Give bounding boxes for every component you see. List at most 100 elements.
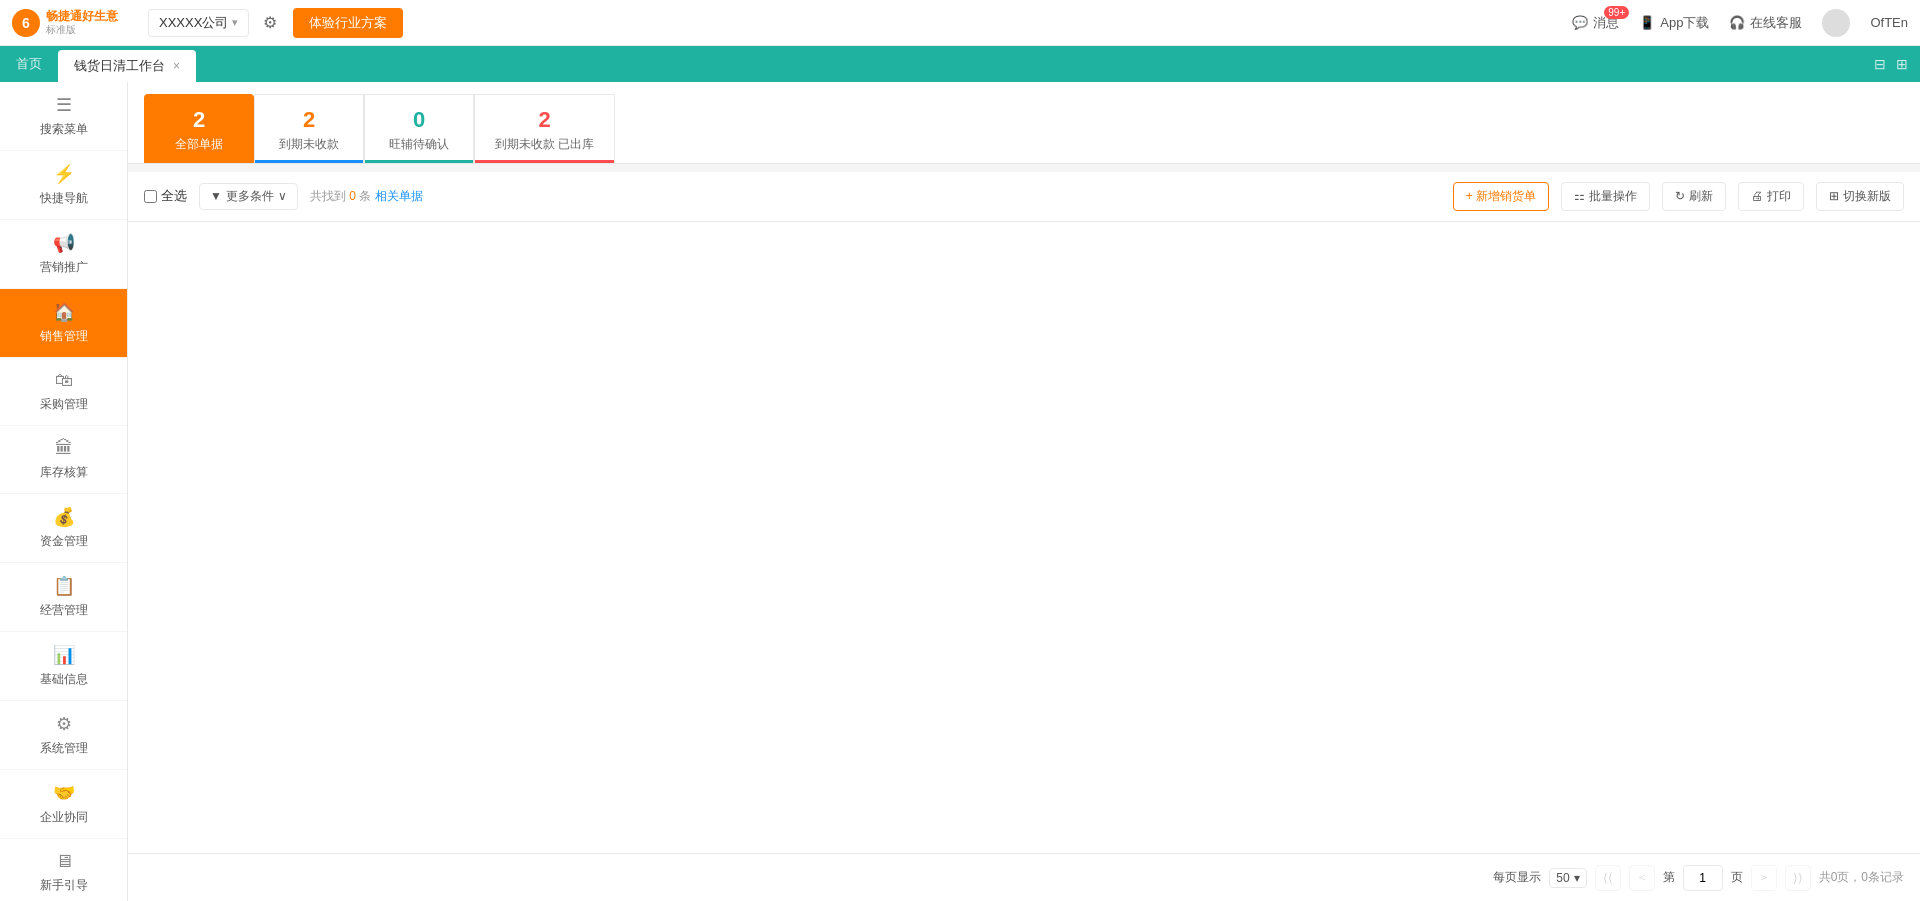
- stats-tabs: 2 全部单据 2 到期未收款 0 旺辅待确认 2 到期未收款 已出库: [128, 82, 1920, 164]
- page-total: 共0页，0条记录: [1819, 869, 1904, 886]
- nav-tabs-actions: ⊟ ⊞: [1874, 46, 1920, 82]
- refresh-label: 刷新: [1689, 188, 1713, 205]
- stat-tab-confirm[interactable]: 0 旺辅待确认: [364, 94, 474, 163]
- stat-label-overdue: 到期未收款: [279, 137, 339, 151]
- home-tab-label: 首页: [16, 55, 42, 73]
- service-label: 在线客服: [1750, 14, 1802, 32]
- sidebar-label-search: 搜索菜单: [40, 121, 88, 138]
- select-all-input[interactable]: [144, 190, 157, 203]
- page-size-value: 50: [1556, 871, 1569, 885]
- tab-home[interactable]: 首页: [0, 46, 58, 82]
- message-action[interactable]: 💬 消息 99+: [1572, 14, 1619, 32]
- sidebar-item-purchase[interactable]: 🛍 采购管理: [0, 358, 127, 426]
- filter-label: 更多条件: [226, 188, 274, 205]
- sales-icon: 🏠: [53, 301, 75, 323]
- quick-nav-icon: ⚡: [53, 163, 75, 185]
- settings-icon[interactable]: ⚙: [259, 9, 281, 36]
- sidebar-item-guide[interactable]: 🖥 新手引导: [0, 839, 127, 901]
- message-badge: 99+: [1604, 6, 1629, 19]
- page-input[interactable]: [1683, 865, 1723, 891]
- sidebar-item-basic[interactable]: 📊 基础信息: [0, 632, 127, 701]
- sidebar-item-inventory[interactable]: 🏛 库存核算: [0, 426, 127, 494]
- app-label: App下载: [1660, 14, 1709, 32]
- found-unit: 条: [359, 189, 371, 203]
- operation-icon: 📋: [53, 575, 75, 597]
- stat-count-confirm: 0: [385, 105, 453, 136]
- cashflow-tab-label: 钱货日清工作台: [74, 57, 165, 75]
- first-page-button[interactable]: ⟨⟨: [1595, 865, 1621, 891]
- new-sales-button[interactable]: + 新增销货单: [1453, 182, 1549, 211]
- nav-tabs: 首页 钱货日清工作台 × ⊟ ⊞: [0, 46, 1920, 82]
- company-selector[interactable]: XXXXX公司 ▾: [148, 9, 249, 37]
- stat-tab-all[interactable]: 2 全部单据: [144, 94, 254, 163]
- avatar-name: OfTEn: [1870, 15, 1908, 30]
- maximize-icon[interactable]: ⊞: [1896, 56, 1908, 72]
- logo-icon: 6: [12, 9, 40, 37]
- basic-icon: 📊: [53, 644, 75, 666]
- found-info: 共找到 0 条 相关单据: [310, 188, 423, 205]
- sidebar-item-marketing[interactable]: 📢 营销推广: [0, 220, 127, 289]
- sidebar-item-search[interactable]: ☰ 搜索菜单: [0, 82, 127, 151]
- sidebar-item-sales[interactable]: 🏠 销售管理: [0, 289, 127, 358]
- app-download-action[interactable]: 📱 App下载: [1639, 14, 1709, 32]
- select-all-checkbox[interactable]: 全选: [144, 187, 187, 205]
- filter-button[interactable]: ▼ 更多条件 ∨: [199, 183, 298, 210]
- toolbar-right: + 新增销货单 ⚏ 批量操作 ↻ 刷新 🖨 打印 ⊞ 切换新版: [1453, 182, 1904, 211]
- batch-label: 批量操作: [1589, 188, 1637, 205]
- last-page-button[interactable]: ⟩⟩: [1785, 865, 1811, 891]
- system-icon: ⚙: [56, 713, 72, 735]
- sidebar-label-finance: 资金管理: [40, 533, 88, 550]
- sidebar-label-sales: 销售管理: [40, 328, 88, 345]
- prev-page-button[interactable]: ＜: [1629, 865, 1655, 891]
- refresh-button[interactable]: ↻ 刷新: [1662, 182, 1726, 211]
- sidebar-item-operation[interactable]: 📋 经营管理: [0, 563, 127, 632]
- tab-indicator-confirm: [365, 160, 473, 163]
- sidebar-label-operation: 经营管理: [40, 602, 88, 619]
- tab-indicator-overdue: [255, 160, 363, 163]
- stat-count-overdue: 2: [275, 105, 343, 136]
- sidebar-label-basic: 基础信息: [40, 671, 88, 688]
- app-icon: 📱: [1639, 15, 1655, 30]
- sidebar-label-inventory: 库存核算: [40, 464, 88, 481]
- select-all-label: 全选: [161, 187, 187, 205]
- sidebar-label-quick-nav: 快捷导航: [40, 190, 88, 207]
- finance-icon: 💰: [53, 506, 75, 528]
- tab-cashflow[interactable]: 钱货日清工作台 ×: [58, 50, 196, 82]
- stat-tab-overdue[interactable]: 2 到期未收款: [254, 94, 364, 163]
- print-button[interactable]: 🖨 打印: [1738, 182, 1804, 211]
- marketing-icon: 📢: [53, 232, 75, 254]
- header-right: 💬 消息 99+ 📱 App下载 🎧 在线客服 OfTEn: [1572, 9, 1908, 37]
- chevron-down-icon: ∨: [278, 189, 287, 203]
- sidebar-label-marketing: 营销推广: [40, 259, 88, 276]
- refresh-icon: ↻: [1675, 189, 1685, 203]
- stat-count-all: 2: [165, 105, 233, 136]
- sidebar-item-finance[interactable]: 💰 资金管理: [0, 494, 127, 563]
- print-label: 打印: [1767, 188, 1791, 205]
- stat-label-all: 全部单据: [175, 137, 223, 151]
- avatar[interactable]: [1822, 9, 1850, 37]
- sidebar-item-cooperation[interactable]: 🤝 企业协同: [0, 770, 127, 839]
- online-service-action[interactable]: 🎧 在线客服: [1729, 14, 1802, 32]
- close-tab-icon[interactable]: ×: [173, 59, 180, 73]
- trial-button[interactable]: 体验行业方案: [293, 8, 403, 38]
- toolbar: 全选 ▼ 更多条件 ∨ 共找到 0 条 相关单据 + 新增销货单 ⚏ 批量操作: [128, 172, 1920, 222]
- per-page-label: 每页显示: [1493, 869, 1541, 886]
- batch-operation-button[interactable]: ⚏ 批量操作: [1561, 182, 1650, 211]
- switch-version-button[interactable]: ⊞ 切换新版: [1816, 182, 1904, 211]
- sidebar: ☰ 搜索菜单 ⚡ 快捷导航 📢 营销推广 🏠 销售管理 🛍 采购管理 🏛 库存核…: [0, 82, 128, 901]
- related-link[interactable]: 相关单据: [375, 189, 423, 203]
- sidebar-label-cooperation: 企业协同: [40, 809, 88, 826]
- page-size-selector[interactable]: 50 ▾: [1549, 868, 1586, 888]
- print-icon: 🖨: [1751, 189, 1763, 203]
- sidebar-item-quick-nav[interactable]: ⚡ 快捷导航: [0, 151, 127, 220]
- service-icon: 🎧: [1729, 15, 1745, 30]
- stat-label-overdue-out: 到期未收款 已出库: [495, 137, 594, 151]
- purchase-icon: 🛍: [55, 370, 73, 391]
- logo-area: 6 畅捷通好生意 标准版: [12, 9, 140, 37]
- minimize-icon[interactable]: ⊟: [1874, 56, 1886, 72]
- sidebar-label-purchase: 采购管理: [40, 396, 88, 413]
- next-page-button[interactable]: ＞: [1751, 865, 1777, 891]
- stat-tab-overdue-out[interactable]: 2 到期未收款 已出库: [474, 94, 615, 163]
- sidebar-item-system[interactable]: ⚙ 系统管理: [0, 701, 127, 770]
- filter-icon: ▼: [210, 189, 222, 203]
